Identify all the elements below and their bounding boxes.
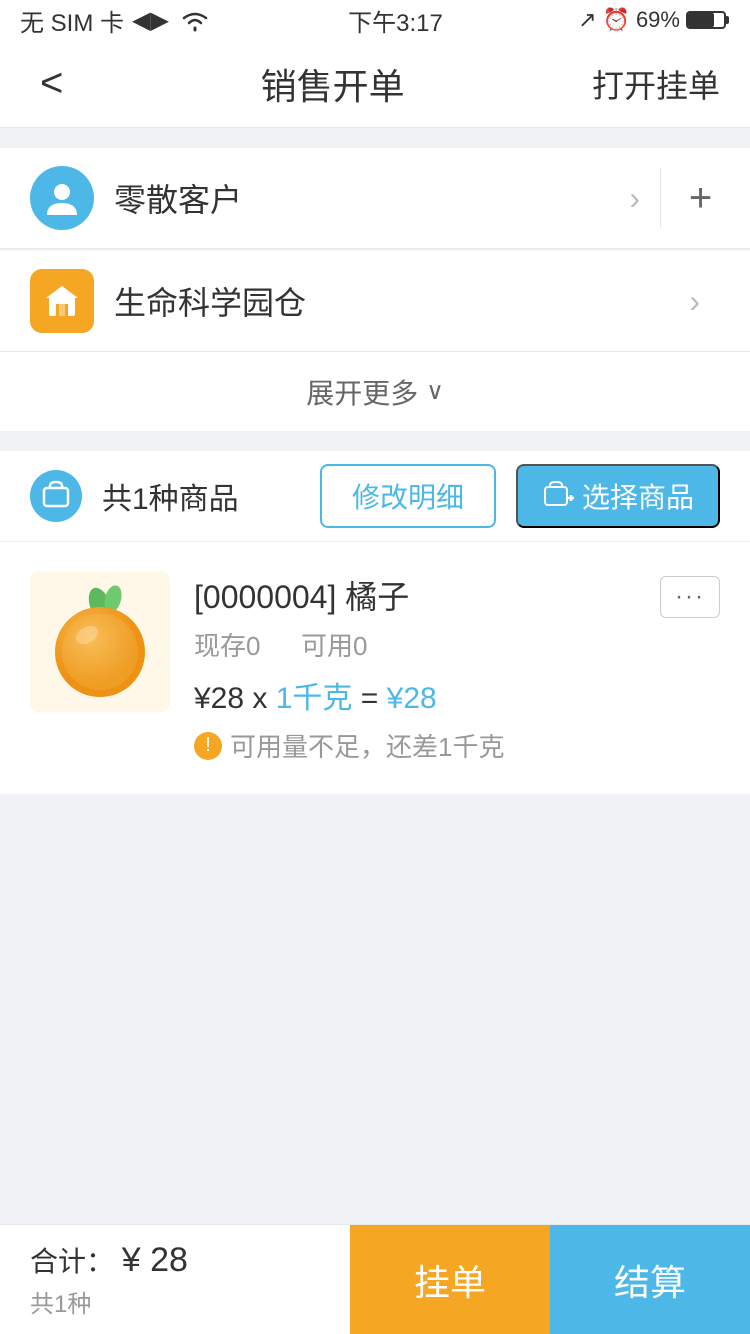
total-amount: ¥ 28	[122, 1241, 188, 1279]
empty-content-area	[0, 794, 750, 1214]
quantity: 1千克	[276, 682, 353, 715]
page-title: 销售开单	[261, 58, 405, 110]
battery-icon	[686, 9, 730, 31]
status-left: 无 SIM 卡 ◀▶	[20, 3, 213, 38]
sim-text: 无 SIM 卡	[20, 3, 124, 38]
total-row: 合计： ¥ 28	[30, 1240, 320, 1280]
nav-bar: < 销售开单 打开挂单	[0, 40, 750, 128]
warehouse-icon	[30, 269, 94, 333]
location-icon: ↗	[578, 7, 596, 33]
status-bar: 无 SIM 卡 ◀▶ 下午3:17 ↗ ⏰ 69%	[0, 0, 750, 40]
expand-more-label: 展开更多	[306, 372, 418, 412]
warning-icon: !	[194, 732, 222, 760]
product-stock: 现存0 可用0	[194, 626, 636, 663]
back-button[interactable]: <	[30, 51, 73, 116]
wifi-icon: ◀▶	[132, 6, 169, 35]
product-name: [0000004] 橘子	[194, 572, 636, 618]
customer-chevron-icon: ›	[629, 180, 640, 217]
person-icon	[43, 179, 81, 217]
product-count-text: 共1种商品	[102, 474, 300, 518]
checkout-button[interactable]: 结算	[550, 1225, 750, 1334]
footer: 合计： ¥ 28 共1种 挂单 结算	[0, 1224, 750, 1334]
building-icon	[43, 282, 81, 320]
open-hang-button[interactable]: 打开挂单	[592, 61, 720, 107]
product-item: [0000004] 橘子 现存0 可用0 ¥28 x 1千克 = ¥28 ! 可…	[0, 541, 750, 794]
footer-total: 合计： ¥ 28 共1种	[0, 1240, 350, 1319]
total-label: 合计：	[30, 1246, 114, 1277]
expand-more-button[interactable]: 展开更多 ∨	[0, 351, 750, 431]
product-id: [0000004]	[194, 579, 336, 615]
orange-fruit-image	[35, 577, 165, 707]
add-customer-button[interactable]: +	[660, 168, 720, 228]
expand-down-icon: ∨	[426, 377, 444, 406]
more-options-button[interactable]: ···	[660, 576, 720, 618]
product-title-cn: 橘子	[345, 579, 409, 615]
modify-detail-button[interactable]: 修改明细	[320, 464, 496, 528]
warehouse-name: 生命科学园仓	[114, 278, 689, 324]
battery-text: 69%	[636, 7, 680, 33]
alarm-icon: ⏰	[603, 7, 630, 33]
warehouse-chevron-icon: ›	[689, 283, 700, 320]
warehouse-row[interactable]: 生命科学园仓 ›	[0, 251, 750, 351]
product-count-icon	[30, 470, 82, 522]
status-right: ↗ ⏰ 69%	[578, 7, 730, 33]
select-product-button[interactable]: 选择商品	[516, 464, 720, 528]
unit-price: ¥28	[194, 682, 244, 715]
product-more-area: ···	[660, 572, 720, 764]
stock-spacer	[268, 631, 294, 661]
thin-divider	[0, 248, 750, 249]
product-header: 共1种商品 修改明细 选择商品	[0, 451, 750, 541]
add-to-cart-icon	[542, 480, 574, 512]
warning-text: 可用量不足，还差1千克	[230, 727, 504, 764]
product-info: [0000004] 橘子 现存0 可用0 ¥28 x 1千克 = ¥28 ! 可…	[194, 572, 636, 764]
customer-row[interactable]: 零散客户 › +	[0, 148, 750, 248]
stock-current: 现存0	[194, 631, 260, 661]
multiply-sign: x	[252, 682, 275, 715]
status-time: 下午3:17	[348, 3, 443, 38]
total-count: 共1种	[30, 1284, 320, 1319]
product-warning: ! 可用量不足，还差1千克	[194, 727, 636, 764]
product-image	[30, 572, 170, 712]
wifi-signal-icon	[177, 6, 213, 34]
customer-name: 零散客户	[114, 175, 629, 221]
cart-icon	[40, 480, 72, 512]
select-product-label: 选择商品	[582, 476, 694, 516]
stock-available: 可用0	[301, 631, 367, 661]
hang-button[interactable]: 挂单	[350, 1225, 550, 1334]
customer-avatar	[30, 166, 94, 230]
equals-sign: =	[361, 682, 387, 715]
total-price: ¥28	[387, 682, 437, 715]
product-price: ¥28 x 1千克 = ¥28	[194, 673, 636, 717]
product-section: 共1种商品 修改明细 选择商品	[0, 451, 750, 794]
section-divider-1	[0, 128, 750, 148]
